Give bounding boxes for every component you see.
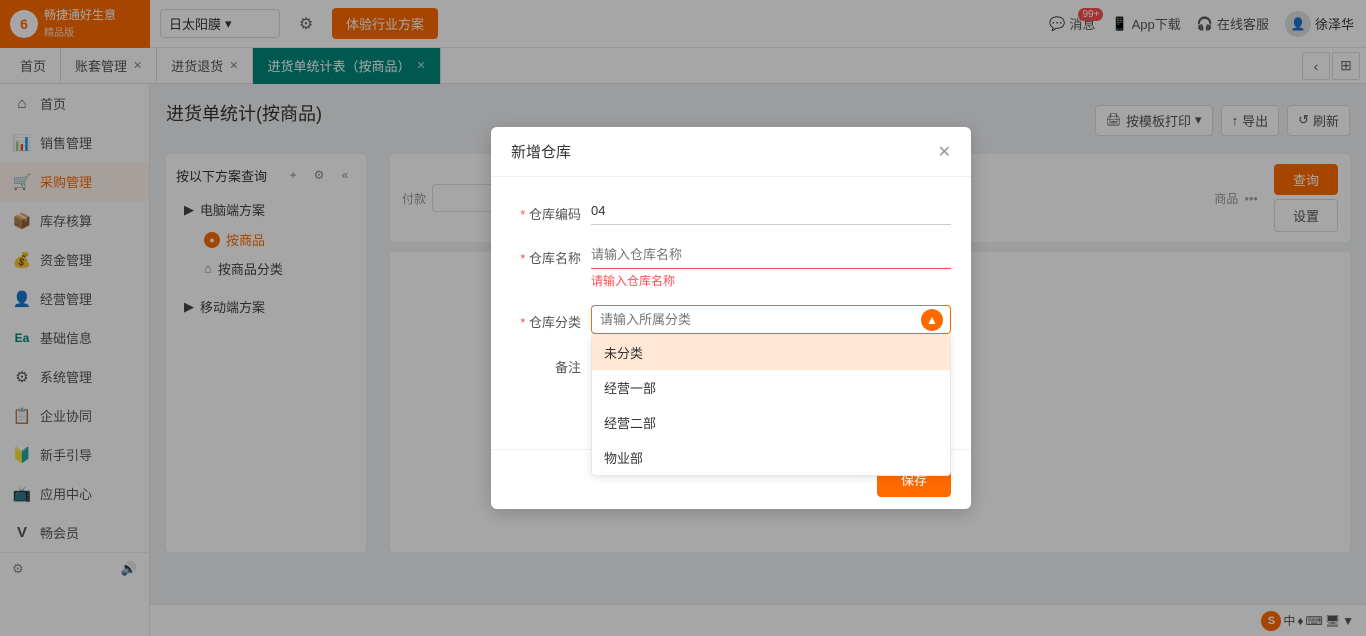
- category-select-arrow[interactable]: ▲: [921, 309, 943, 331]
- dropdown-item-dept2[interactable]: 经营二部: [592, 405, 950, 440]
- category-required-mark: *: [520, 315, 525, 330]
- dropdown-item-unclassified[interactable]: 未分类: [592, 335, 950, 370]
- name-error-text: 请输入仓库名称: [591, 272, 951, 289]
- form-row-category: * 仓库分类 ▲ 未分类 经营一部 经营二部 物业部: [511, 305, 951, 334]
- dialog-close-button[interactable]: ✕: [938, 142, 951, 162]
- dialog-header: 新增仓库 ✕: [491, 127, 971, 177]
- dialog-title: 新增仓库: [511, 141, 571, 162]
- category-field-wrap: ▲ 未分类 经营一部 经营二部 物业部: [591, 305, 951, 334]
- add-warehouse-dialog: 新增仓库 ✕ * 仓库编码 * 仓库名称 请输入仓库名称: [491, 127, 971, 509]
- notes-label: 备注: [511, 350, 591, 376]
- category-dropdown: 未分类 经营一部 经营二部 物业部: [591, 334, 951, 476]
- code-input[interactable]: [591, 197, 951, 225]
- code-field-wrap: [591, 197, 951, 225]
- name-field-wrap: 请输入仓库名称: [591, 241, 951, 289]
- name-input[interactable]: [591, 241, 951, 269]
- name-required-mark: *: [520, 251, 525, 266]
- dropdown-item-dept1[interactable]: 经营一部: [592, 370, 950, 405]
- dialog-body: * 仓库编码 * 仓库名称 请输入仓库名称 * 仓库分类: [491, 177, 971, 449]
- code-required-mark: *: [520, 207, 525, 222]
- dropdown-item-property[interactable]: 物业部: [592, 440, 950, 475]
- category-input[interactable]: [591, 305, 951, 334]
- form-row-name: * 仓库名称 请输入仓库名称: [511, 241, 951, 289]
- code-label: * 仓库编码: [511, 197, 591, 223]
- name-label: * 仓库名称: [511, 241, 591, 267]
- form-row-code: * 仓库编码: [511, 197, 951, 225]
- category-label: * 仓库分类: [511, 305, 591, 331]
